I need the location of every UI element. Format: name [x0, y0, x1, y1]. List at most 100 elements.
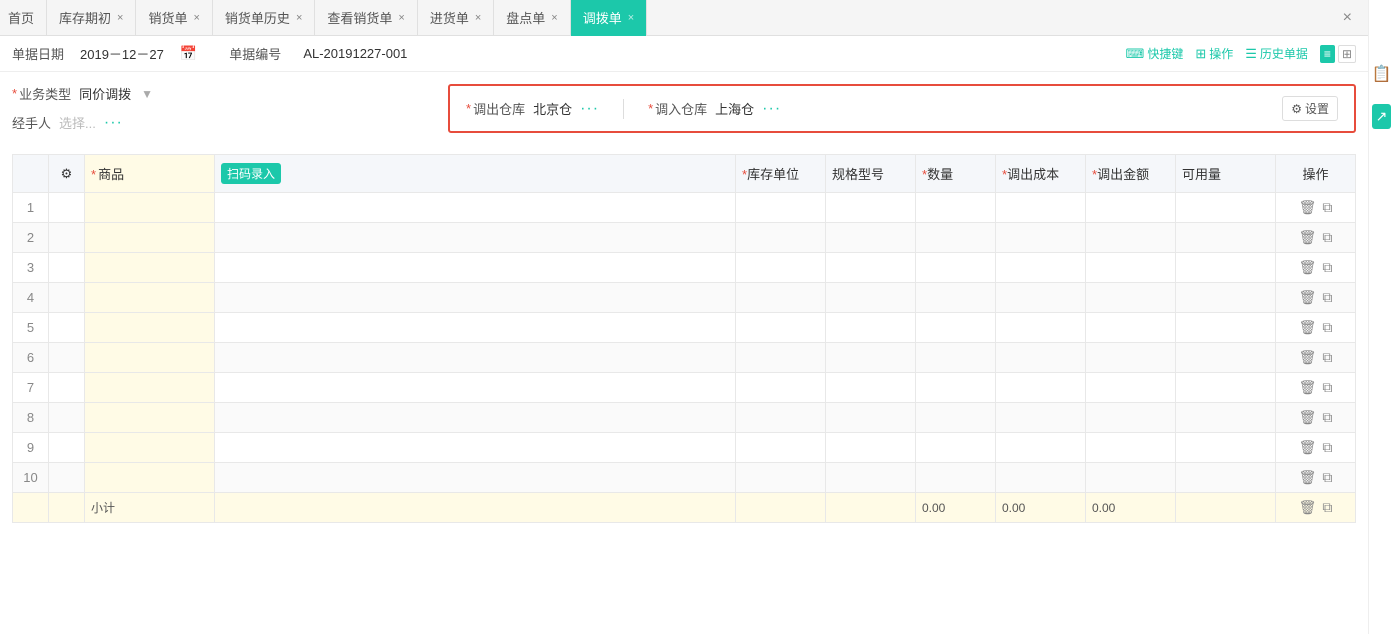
row-copy-icon[interactable]: ⧉: [1322, 229, 1332, 246]
date-value[interactable]: 2019－12－27: [80, 44, 164, 63]
row-copy-icon[interactable]: ⧉: [1322, 199, 1332, 216]
row-delete-icon[interactable]: 🗑: [1299, 319, 1317, 336]
row-spec[interactable]: [826, 463, 916, 493]
row-product[interactable]: [85, 343, 215, 373]
person-select[interactable]: 选择...: [59, 113, 96, 132]
row-amount[interactable]: [1086, 403, 1176, 433]
row-copy-icon[interactable]: ⧉: [1322, 289, 1332, 306]
grid-view-icon[interactable]: ⊞: [1338, 45, 1356, 63]
gear-icon[interactable]: ⚙: [61, 166, 73, 182]
row-spec[interactable]: [826, 283, 916, 313]
tab-close-inventory[interactable]: ×: [551, 12, 557, 24]
business-type-select[interactable]: 同价调拨 ▼: [79, 84, 153, 103]
row-unit[interactable]: [736, 433, 826, 463]
row-cost[interactable]: [996, 223, 1086, 253]
row-qty[interactable]: [916, 313, 996, 343]
tab-sales-order[interactable]: 销货单 ×: [136, 0, 212, 36]
row-product[interactable]: [85, 253, 215, 283]
row-qty[interactable]: [916, 283, 996, 313]
calendar-icon[interactable]: 📅: [180, 45, 197, 62]
row-qty[interactable]: [916, 343, 996, 373]
row-copy-icon[interactable]: ⧉: [1322, 409, 1332, 426]
row-unit[interactable]: [736, 253, 826, 283]
row-product[interactable]: [85, 193, 215, 223]
row-delete-icon[interactable]: 🗑: [1299, 229, 1317, 246]
row-amount[interactable]: [1086, 223, 1176, 253]
row-copy-icon[interactable]: ⧉: [1322, 349, 1332, 366]
col-header-gear[interactable]: ⚙: [49, 155, 85, 193]
row-unit[interactable]: [736, 283, 826, 313]
row-delete-icon[interactable]: 🗑: [1299, 289, 1317, 306]
row-unit[interactable]: [736, 463, 826, 493]
sidebar-note-icon[interactable]: 📋: [1368, 60, 1394, 88]
business-type-dropdown-icon[interactable]: ▼: [141, 87, 153, 101]
row-amount[interactable]: [1086, 193, 1176, 223]
row-amount[interactable]: [1086, 373, 1176, 403]
row-product[interactable]: [85, 313, 215, 343]
row-unit[interactable]: [736, 373, 826, 403]
row-delete-icon[interactable]: 🗑: [1299, 349, 1317, 366]
row-cost[interactable]: [996, 463, 1086, 493]
tab-close-sales-order[interactable]: ×: [193, 12, 199, 24]
row-product[interactable]: [85, 463, 215, 493]
row-cost[interactable]: [996, 403, 1086, 433]
row-cost[interactable]: [996, 373, 1086, 403]
shortcuts-btn[interactable]: ⌨ 快捷键: [1126, 45, 1184, 62]
tab-inventory[interactable]: 盘点单 ×: [494, 0, 570, 36]
row-unit[interactable]: [736, 223, 826, 253]
row-copy-icon[interactable]: ⧉: [1322, 439, 1332, 456]
row-spec[interactable]: [826, 403, 916, 433]
row-cost[interactable]: [996, 313, 1086, 343]
row-spec[interactable]: [826, 433, 916, 463]
row-qty[interactable]: [916, 463, 996, 493]
row-amount[interactable]: [1086, 463, 1176, 493]
tab-close-purchase[interactable]: ×: [475, 12, 481, 24]
tab-transfer[interactable]: 调拨单 ×: [571, 0, 647, 36]
row-amount[interactable]: [1086, 283, 1176, 313]
tab-stock-init[interactable]: 库存期初 ×: [47, 0, 136, 36]
row-qty[interactable]: [916, 433, 996, 463]
row-qty[interactable]: [916, 253, 996, 283]
row-amount[interactable]: [1086, 343, 1176, 373]
row-copy-icon[interactable]: ⧉: [1322, 469, 1332, 486]
row-cost[interactable]: [996, 193, 1086, 223]
subtotal-copy-icon[interactable]: ⧉: [1322, 499, 1332, 516]
row-amount[interactable]: [1086, 433, 1176, 463]
row-spec[interactable]: [826, 343, 916, 373]
row-amount[interactable]: [1086, 253, 1176, 283]
operations-btn[interactable]: ⊞ 操作: [1195, 45, 1233, 62]
row-amount[interactable]: [1086, 313, 1176, 343]
row-cost[interactable]: [996, 253, 1086, 283]
row-qty[interactable]: [916, 403, 996, 433]
row-delete-icon[interactable]: 🗑: [1299, 259, 1317, 276]
row-cost[interactable]: [996, 343, 1086, 373]
history-btn[interactable]: ☰ 历史单据: [1245, 45, 1308, 62]
row-copy-icon[interactable]: ⧉: [1322, 259, 1332, 276]
row-qty[interactable]: [916, 193, 996, 223]
row-spec[interactable]: [826, 253, 916, 283]
sidebar-export-icon[interactable]: ↗: [1372, 104, 1392, 129]
tab-purchase[interactable]: 进货单 ×: [418, 0, 494, 36]
subtotal-delete-icon[interactable]: 🗑: [1299, 499, 1317, 516]
row-unit[interactable]: [736, 343, 826, 373]
tab-view-sales[interactable]: 查看销货单 ×: [315, 0, 417, 36]
view-toggle[interactable]: ≡ ⊞: [1320, 45, 1356, 63]
transfer-in-more-btn[interactable]: ···: [762, 100, 781, 118]
row-cost[interactable]: [996, 283, 1086, 313]
row-unit[interactable]: [736, 193, 826, 223]
window-close-button[interactable]: ×: [1335, 9, 1360, 27]
list-view-icon[interactable]: ≡: [1320, 45, 1335, 63]
row-product[interactable]: [85, 223, 215, 253]
row-delete-icon[interactable]: 🗑: [1299, 409, 1317, 426]
row-qty[interactable]: [916, 373, 996, 403]
row-spec[interactable]: [826, 223, 916, 253]
tab-close-stock-init[interactable]: ×: [117, 12, 123, 24]
transfer-out-more-btn[interactable]: ···: [580, 100, 599, 118]
row-spec[interactable]: [826, 373, 916, 403]
tab-home[interactable]: 首页: [8, 0, 47, 36]
row-unit[interactable]: [736, 313, 826, 343]
row-delete-icon[interactable]: 🗑: [1299, 199, 1317, 216]
scan-entry-button[interactable]: 扫码录入: [221, 163, 281, 184]
row-spec[interactable]: [826, 313, 916, 343]
row-product[interactable]: [85, 373, 215, 403]
